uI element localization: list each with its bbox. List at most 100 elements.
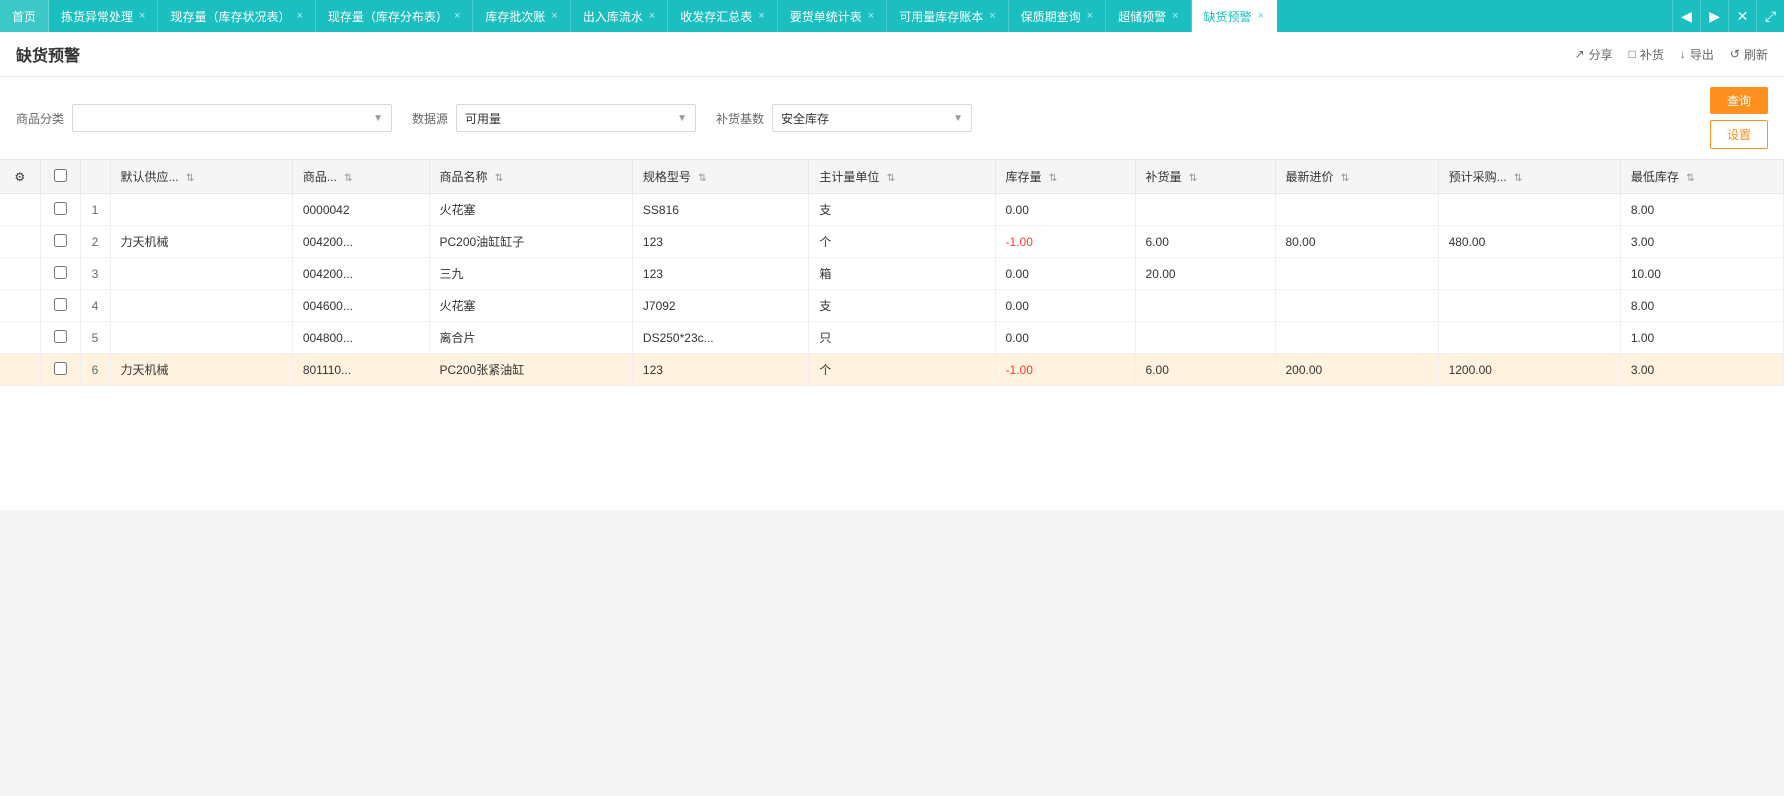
th-spec[interactable]: 规格型号 ⇅ [632, 160, 808, 194]
row-goods-name: 三九 [429, 258, 632, 290]
page-title: 缺货预警 [16, 42, 80, 66]
row-latest-price [1275, 194, 1438, 226]
row-checkbox-cell[interactable] [40, 322, 80, 354]
row-checkbox[interactable] [54, 266, 67, 279]
close-tab-collect[interactable]: × [758, 10, 764, 22]
th-stock[interactable]: 库存量 ⇅ [995, 160, 1135, 194]
tab-inventory-status[interactable]: 现存量（库存状况表） × [158, 0, 315, 32]
settings-button[interactable]: 设置 [1710, 120, 1768, 149]
category-select-wrapper: ▼ [72, 104, 392, 132]
row-supplier [110, 258, 292, 290]
table-row[interactable]: 2 力天机械 004200... PC200油缸缸子 123 个 -1.00 6… [0, 226, 1784, 258]
th-checkbox[interactable] [40, 160, 80, 194]
nav-tabs: 首页 拣货异常处理 × 现存量（库存状况表） × 现存量（库存分布表） × 库存… [0, 0, 1784, 32]
nav-controls: ◀ ▶ ✕ ⤢ [1672, 0, 1784, 32]
action-buttons-group: 查询 设置 [1710, 87, 1768, 149]
sort-replenish-icon: ⇅ [1189, 173, 1197, 184]
filter-bar: 商品分类 ▼ 数据源 可用量 ▼ 补货基数 安全库 [0, 77, 1784, 160]
query-button[interactable]: 查询 [1710, 87, 1768, 114]
table-row[interactable]: 6 力天机械 801110... PC200张紧油缸 123 个 -1.00 6… [0, 354, 1784, 386]
nav-prev-btn[interactable]: ◀ [1672, 0, 1700, 32]
close-tab-overstock[interactable]: × [1172, 10, 1178, 22]
replenish-base-filter: 补货基数 安全库存 ▼ [716, 104, 972, 132]
th-goods-name[interactable]: 商品名称 ⇅ [429, 160, 632, 194]
tab-shortage[interactable]: 缺货预警 × [1192, 0, 1277, 32]
table-row[interactable]: 1 0000042 火花塞 SS816 支 0.00 8.00 [0, 194, 1784, 226]
th-unit[interactable]: 主计量单位 ⇅ [809, 160, 995, 194]
replenish-base-select[interactable]: 安全库存 ▼ [772, 104, 972, 132]
row-goods-id: 0000042 [292, 194, 429, 226]
tab-batch[interactable]: 库存批次账 × [473, 0, 570, 32]
close-tab-demand[interactable]: × [868, 10, 874, 22]
row-checkbox[interactable] [54, 362, 67, 375]
row-replenish: 6.00 [1135, 354, 1275, 386]
close-tab-available[interactable]: × [989, 10, 995, 22]
tab-expiry[interactable]: 保质期查询 × [1009, 0, 1106, 32]
close-tab-shortage[interactable]: × [1258, 10, 1264, 22]
row-latest-price: 200.00 [1275, 354, 1438, 386]
sort-supplier-icon: ⇅ [186, 173, 194, 184]
share-button[interactable]: ↗ 分享 [1575, 46, 1613, 63]
th-replenish[interactable]: 补货量 ⇅ [1135, 160, 1275, 194]
tab-inventory-dist[interactable]: 现存量（库存分布表） × [316, 0, 473, 32]
nav-expand-btn[interactable]: ⤢ [1756, 0, 1784, 32]
row-checkbox[interactable] [54, 330, 67, 343]
th-min-stock[interactable]: 最低库存 ⇅ [1620, 160, 1783, 194]
close-tab-batch[interactable]: × [551, 10, 557, 22]
row-checkbox[interactable] [54, 234, 67, 247]
row-supplier [110, 322, 292, 354]
replenish-button[interactable]: □ 补货 [1629, 46, 1664, 63]
tab-collect[interactable]: 收发存汇总表 × [668, 0, 777, 32]
row-unit: 箱 [809, 258, 995, 290]
tab-inout[interactable]: 出入库流水 × [571, 0, 668, 32]
row-checkbox-cell[interactable] [40, 194, 80, 226]
row-checkbox-cell[interactable] [40, 354, 80, 386]
row-replenish [1135, 290, 1275, 322]
nav-close-btn[interactable]: ✕ [1728, 0, 1756, 32]
close-tab-inout[interactable]: × [649, 10, 655, 22]
nav-next-btn[interactable]: ▶ [1700, 0, 1728, 32]
category-arrow-icon: ▼ [373, 113, 383, 124]
th-latest-price[interactable]: 最新进价 ⇅ [1275, 160, 1438, 194]
th-supplier[interactable]: 默认供应... ⇅ [110, 160, 292, 194]
export-button[interactable]: ↓ 导出 [1680, 46, 1714, 63]
row-stock: -1.00 [995, 226, 1135, 258]
category-select[interactable]: ▼ [72, 104, 392, 132]
row-checkbox-cell[interactable] [40, 226, 80, 258]
row-unit: 只 [809, 322, 995, 354]
table-row[interactable]: 5 004800... 离合片 DS250*23c... 只 0.00 1.00 [0, 322, 1784, 354]
row-latest-price [1275, 322, 1438, 354]
row-checkbox-cell[interactable] [40, 258, 80, 290]
row-est-purchase: 1200.00 [1438, 354, 1620, 386]
tab-home[interactable]: 首页 [0, 0, 49, 32]
th-gear[interactable]: ⚙ [0, 160, 40, 194]
table-row[interactable]: 4 004600... 火花塞 J7092 支 0.00 8.00 [0, 290, 1784, 322]
row-checkbox[interactable] [54, 298, 67, 311]
row-goods-id: 004600... [292, 290, 429, 322]
row-goods-id: 004800... [292, 322, 429, 354]
row-checkbox[interactable] [54, 202, 67, 215]
row-unit: 个 [809, 354, 995, 386]
th-goods-id[interactable]: 商品... ⇅ [292, 160, 429, 194]
row-checkbox-cell[interactable] [40, 290, 80, 322]
tab-demand[interactable]: 要货单统计表 × [778, 0, 887, 32]
table-row[interactable]: 3 004200... 三九 123 箱 0.00 20.00 10.00 [0, 258, 1784, 290]
close-tab-inventory-dist[interactable]: × [454, 10, 460, 22]
tab-exception[interactable]: 拣货异常处理 × [49, 0, 158, 32]
tab-available[interactable]: 可用量库存账本 × [887, 0, 1008, 32]
sort-spec-icon: ⇅ [698, 173, 706, 184]
th-est-purchase[interactable]: 预计采购... ⇅ [1438, 160, 1620, 194]
close-tab-exception[interactable]: × [139, 10, 145, 22]
close-tab-expiry[interactable]: × [1087, 10, 1093, 22]
close-tab-inventory-status[interactable]: × [296, 10, 302, 22]
row-spec: DS250*23c... [632, 322, 808, 354]
sort-latest-price-icon: ⇅ [1341, 173, 1349, 184]
datasource-select[interactable]: 可用量 ▼ [456, 104, 696, 132]
row-unit: 支 [809, 194, 995, 226]
select-all-checkbox[interactable] [54, 169, 67, 182]
row-latest-price: 80.00 [1275, 226, 1438, 258]
refresh-button[interactable]: ↺ 刷新 [1730, 46, 1768, 63]
tab-overstock[interactable]: 超储预警 × [1106, 0, 1191, 32]
row-goods-name: 离合片 [429, 322, 632, 354]
row-latest-price [1275, 258, 1438, 290]
